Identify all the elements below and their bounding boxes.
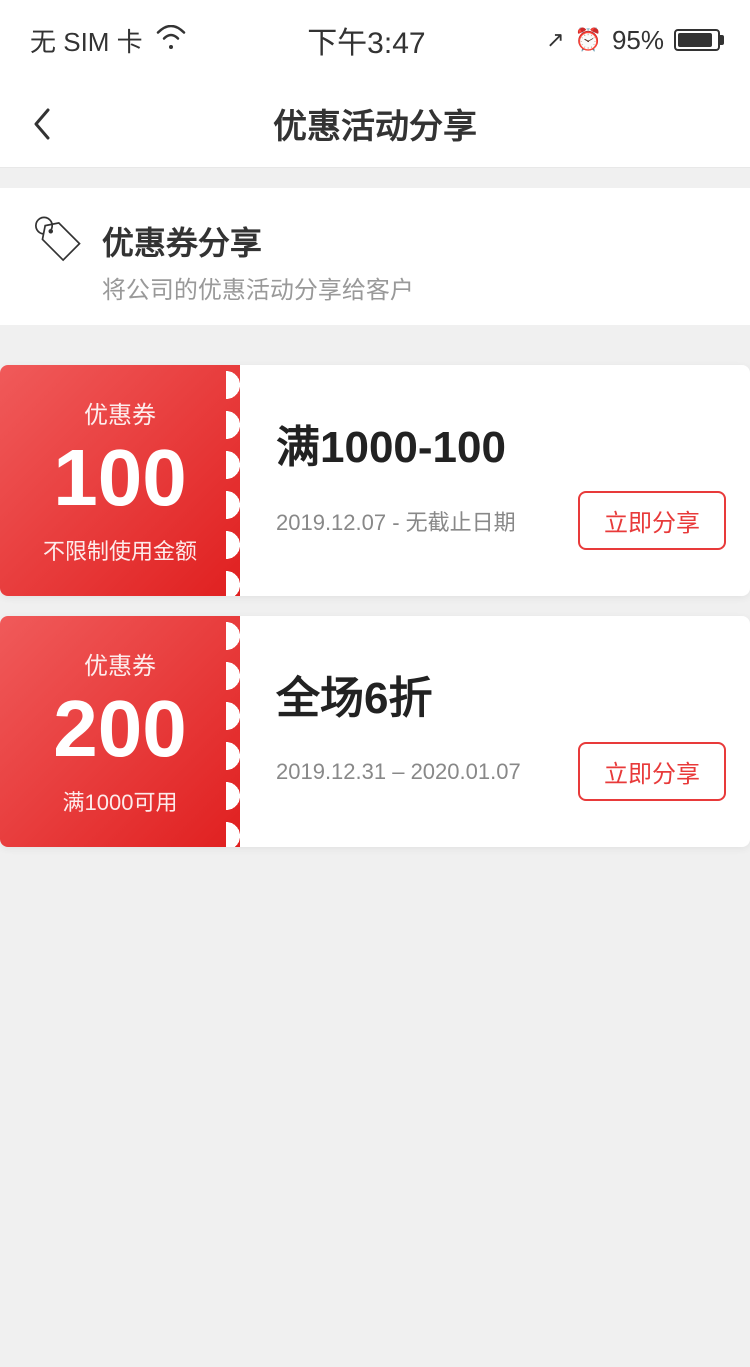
section-title: 优惠券分享 bbox=[102, 218, 414, 264]
coupon-meta-1: 2019.12.31 – 2020.01.07 立即分享 bbox=[276, 742, 726, 801]
status-right: ↗ ⏰ 95% bbox=[546, 25, 720, 56]
section-subtitle: 将公司的优惠活动分享给客户 bbox=[102, 270, 414, 305]
coupon-meta-0: 2019.12.07 - 无截止日期 立即分享 bbox=[276, 491, 726, 550]
coupon-name-0: 满1000-100 bbox=[276, 411, 726, 475]
section-gap-mid bbox=[0, 325, 750, 345]
wifi-icon bbox=[155, 25, 187, 56]
coupon-list: 优惠券 100 不限制使用金额 满1000-100 2019.12.07 - 无… bbox=[0, 345, 750, 867]
coupon-label-0: 优惠券 bbox=[84, 395, 156, 430]
alarm-icon: ⏰ bbox=[575, 27, 602, 53]
share-button-1[interactable]: 立即分享 bbox=[578, 742, 726, 801]
status-time: 下午3:47 bbox=[307, 18, 425, 62]
coupon-name-1: 全场6折 bbox=[276, 662, 726, 726]
location-icon: ↗ bbox=[546, 27, 564, 53]
battery-percent: 95% bbox=[612, 25, 664, 56]
empty-area bbox=[0, 867, 750, 1367]
status-left: 无 SIM 卡 bbox=[30, 22, 187, 59]
coupon-icon: 🏷 bbox=[30, 218, 86, 262]
coupon-date-1: 2019.12.31 – 2020.01.07 bbox=[276, 759, 568, 785]
page-title: 优惠活动分享 bbox=[273, 99, 477, 148]
nav-bar: 优惠活动分享 bbox=[0, 80, 750, 168]
coupon-right-0: 满1000-100 2019.12.07 - 无截止日期 立即分享 bbox=[240, 365, 750, 596]
coupon-condition-1: 满1000可用 bbox=[63, 785, 178, 817]
section-gap-top bbox=[0, 168, 750, 188]
coupon-amount-1: 200 bbox=[53, 689, 186, 769]
battery-icon bbox=[674, 29, 720, 51]
carrier-text: 无 SIM 卡 bbox=[30, 22, 143, 59]
coupon-left-0: 优惠券 100 不限制使用金额 bbox=[0, 365, 240, 596]
coupon-label-1: 优惠券 bbox=[84, 646, 156, 681]
coupon-date-0: 2019.12.07 - 无截止日期 bbox=[276, 505, 568, 537]
coupon-amount-0: 100 bbox=[53, 438, 186, 518]
section-text: 优惠券分享 将公司的优惠活动分享给客户 bbox=[102, 218, 414, 305]
coupon-card: 优惠券 100 不限制使用金额 满1000-100 2019.12.07 - 无… bbox=[0, 365, 750, 596]
status-bar: 无 SIM 卡 下午3:47 ↗ ⏰ 95% bbox=[0, 0, 750, 80]
back-button[interactable] bbox=[30, 104, 54, 144]
coupon-card: 优惠券 200 满1000可用 全场6折 2019.12.31 – 2020.0… bbox=[0, 616, 750, 847]
section-header: 🏷 优惠券分享 将公司的优惠活动分享给客户 bbox=[0, 188, 750, 325]
coupon-condition-0: 不限制使用金额 bbox=[43, 534, 197, 566]
coupon-left-1: 优惠券 200 满1000可用 bbox=[0, 616, 240, 847]
share-button-0[interactable]: 立即分享 bbox=[578, 491, 726, 550]
coupon-right-1: 全场6折 2019.12.31 – 2020.01.07 立即分享 bbox=[240, 616, 750, 847]
